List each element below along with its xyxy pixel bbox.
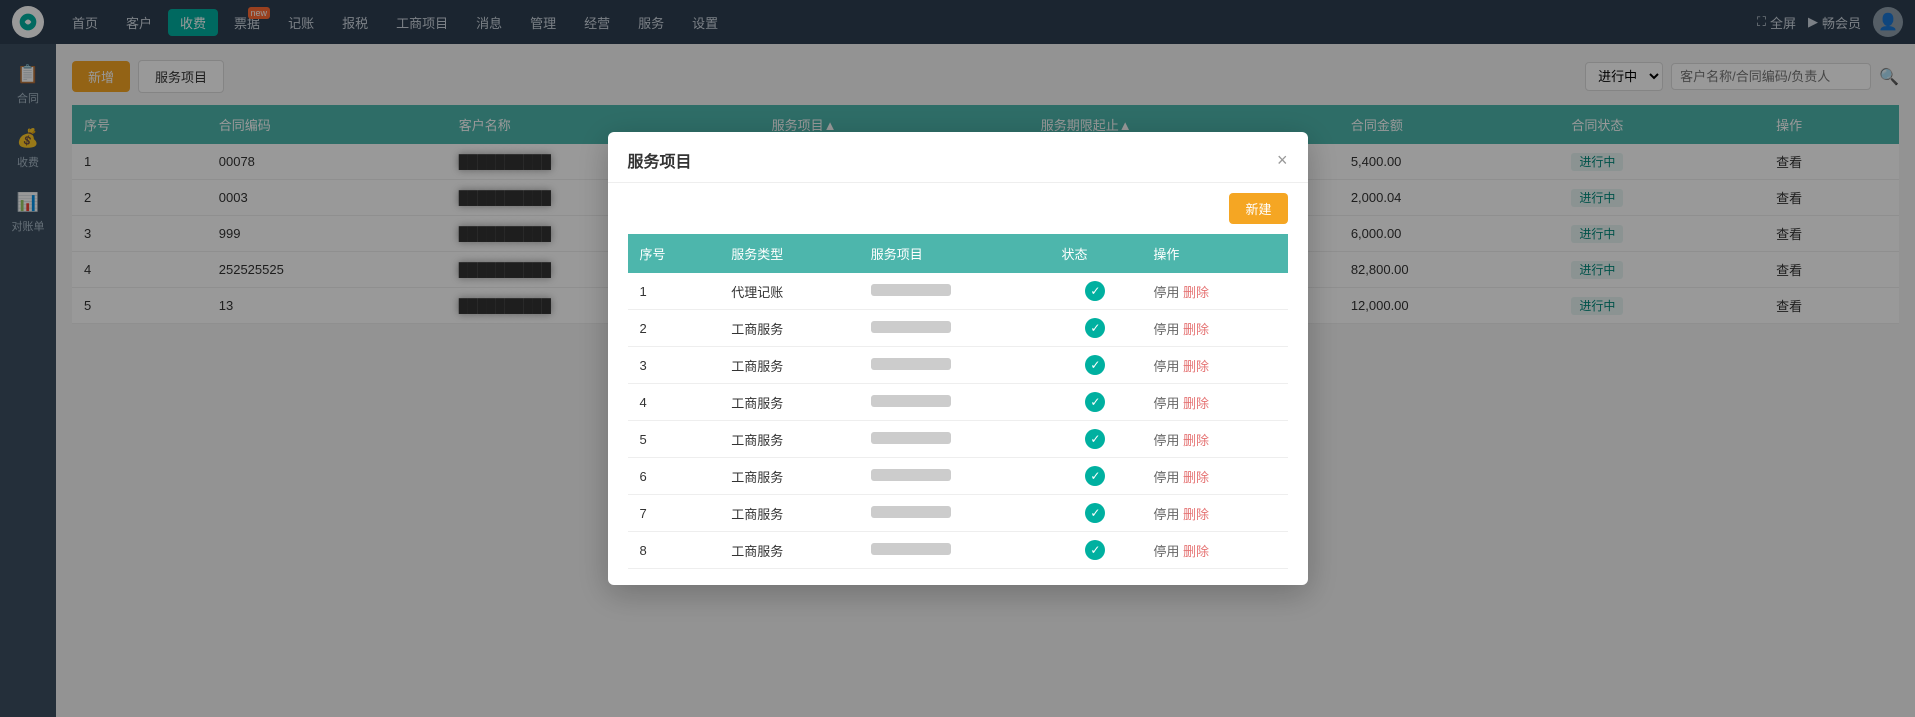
modal-row-4-ops: 停用 删除 xyxy=(1141,421,1287,458)
modal-row-2-seq: 3 xyxy=(628,347,720,384)
modal-row-2-item xyxy=(859,347,1050,384)
status-check-icon: ✓ xyxy=(1085,318,1105,338)
status-check-icon: ✓ xyxy=(1085,503,1105,523)
modal-row-2-status: ✓ xyxy=(1050,347,1142,384)
modal-row-1-type: 工商服务 xyxy=(719,310,858,347)
modal-row-2-type: 工商服务 xyxy=(719,347,858,384)
disable-button[interactable]: 停用 xyxy=(1153,282,1179,301)
modal-col-header-3: 状态 xyxy=(1050,234,1142,273)
modal-row-4-item xyxy=(859,421,1050,458)
modal-row-2-ops: 停用 删除 xyxy=(1141,347,1287,384)
modal-row-0-type: 代理记账 xyxy=(719,273,858,310)
status-check-icon: ✓ xyxy=(1085,281,1105,301)
delete-button[interactable]: 删除 xyxy=(1183,504,1209,523)
modal-table-row: 6工商服务 ✓ 停用 删除 xyxy=(628,458,1288,495)
disable-button[interactable]: 停用 xyxy=(1153,393,1179,412)
modal-service-table: 序号服务类型服务项目状态操作 1代理记账✓停用 删除2工商服务✓停用 删除3工商… xyxy=(628,234,1288,569)
modal-row-5-item xyxy=(859,458,1050,495)
modal-row-0-ops: 停用 删除 xyxy=(1141,273,1287,310)
modal-row-1-seq: 2 xyxy=(628,310,720,347)
modal-row-5-type: 工商服务 xyxy=(719,458,858,495)
modal-row-0-item xyxy=(859,273,1050,310)
delete-button[interactable]: 删除 xyxy=(1183,541,1209,560)
modal-row-7-ops: 停用 删除 xyxy=(1141,532,1287,569)
modal-row-6-seq: 7 xyxy=(628,495,720,532)
delete-button[interactable]: 删除 xyxy=(1183,430,1209,449)
modal-row-5-seq: 6 xyxy=(628,458,720,495)
modal-row-7-type: 工商服务 xyxy=(719,532,858,569)
modal-row-0-seq: 1 xyxy=(628,273,720,310)
modal-row-4-seq: 5 xyxy=(628,421,720,458)
modal-row-1-item xyxy=(859,310,1050,347)
modal-table-wrap: 序号服务类型服务项目状态操作 1代理记账✓停用 删除2工商服务✓停用 删除3工商… xyxy=(608,234,1308,585)
modal-table-row: 1代理记账 ✓ 停用 删除 xyxy=(628,273,1288,310)
modal-row-1-status: ✓ xyxy=(1050,310,1142,347)
modal-row-3-status: ✓ xyxy=(1050,384,1142,421)
modal-col-header-1: 服务类型 xyxy=(719,234,858,273)
modal-row-7-seq: 8 xyxy=(628,532,720,569)
status-check-icon: ✓ xyxy=(1085,540,1105,560)
modal-col-header-4: 操作 xyxy=(1141,234,1287,273)
delete-button[interactable]: 删除 xyxy=(1183,393,1209,412)
modal-table-row: 5工商服务 ✓ 停用 删除 xyxy=(628,421,1288,458)
modal-toolbar: 新建 xyxy=(608,183,1308,234)
disable-button[interactable]: 停用 xyxy=(1153,504,1179,523)
modal-col-header-2: 服务项目 xyxy=(859,234,1050,273)
modal-title: 服务项目 xyxy=(628,148,692,172)
status-check-icon: ✓ xyxy=(1085,355,1105,375)
modal-header: 服务项目 × xyxy=(608,132,1308,183)
disable-button[interactable]: 停用 xyxy=(1153,356,1179,375)
modal-table-row: 2工商服务 ✓ 停用 删除 xyxy=(628,310,1288,347)
modal-row-7-item xyxy=(859,532,1050,569)
status-check-icon: ✓ xyxy=(1085,392,1105,412)
modal-row-3-type: 工商服务 xyxy=(719,384,858,421)
disable-button[interactable]: 停用 xyxy=(1153,430,1179,449)
modal-table-row: 7工商服务 ✓ 停用 删除 xyxy=(628,495,1288,532)
status-check-icon: ✓ xyxy=(1085,466,1105,486)
delete-button[interactable]: 删除 xyxy=(1183,319,1209,338)
modal-table-row: 3工商服务 ✓ 停用 删除 xyxy=(628,347,1288,384)
modal-row-7-status: ✓ xyxy=(1050,532,1142,569)
modal-row-3-item xyxy=(859,384,1050,421)
modal-table-body: 1代理记账✓停用 删除2工商服务✓停用 删除3工商服务✓停用 删除4工商服务✓停… xyxy=(628,273,1288,569)
modal-row-5-status: ✓ xyxy=(1050,458,1142,495)
modal-new-button[interactable]: 新建 xyxy=(1229,193,1287,224)
modal-row-0-status: ✓ xyxy=(1050,273,1142,310)
modal-row-6-status: ✓ xyxy=(1050,495,1142,532)
status-check-icon: ✓ xyxy=(1085,429,1105,449)
delete-button[interactable]: 删除 xyxy=(1183,282,1209,301)
modal-row-6-item xyxy=(859,495,1050,532)
disable-button[interactable]: 停用 xyxy=(1153,319,1179,338)
delete-button[interactable]: 删除 xyxy=(1183,356,1209,375)
delete-button[interactable]: 删除 xyxy=(1183,467,1209,486)
modal-row-3-seq: 4 xyxy=(628,384,720,421)
modal-row-4-status: ✓ xyxy=(1050,421,1142,458)
modal-close-button[interactable]: × xyxy=(1277,150,1288,171)
service-item-modal: 服务项目 × 新建 序号服务类型服务项目状态操作 1代理记账✓停用 删除2工商服… xyxy=(608,132,1308,585)
modal-row-6-type: 工商服务 xyxy=(719,495,858,532)
modal-table-row: 8工商服务 ✓ 停用 删除 xyxy=(628,532,1288,569)
disable-button[interactable]: 停用 xyxy=(1153,541,1179,560)
modal-overlay[interactable]: 服务项目 × 新建 序号服务类型服务项目状态操作 1代理记账✓停用 删除2工商服… xyxy=(0,0,1915,717)
modal-row-3-ops: 停用 删除 xyxy=(1141,384,1287,421)
modal-row-5-ops: 停用 删除 xyxy=(1141,458,1287,495)
modal-table-header-row: 序号服务类型服务项目状态操作 xyxy=(628,234,1288,273)
modal-row-1-ops: 停用 删除 xyxy=(1141,310,1287,347)
modal-table-row: 4工商服务 ✓ 停用 删除 xyxy=(628,384,1288,421)
disable-button[interactable]: 停用 xyxy=(1153,467,1179,486)
modal-row-4-type: 工商服务 xyxy=(719,421,858,458)
modal-row-6-ops: 停用 删除 xyxy=(1141,495,1287,532)
modal-col-header-0: 序号 xyxy=(628,234,720,273)
